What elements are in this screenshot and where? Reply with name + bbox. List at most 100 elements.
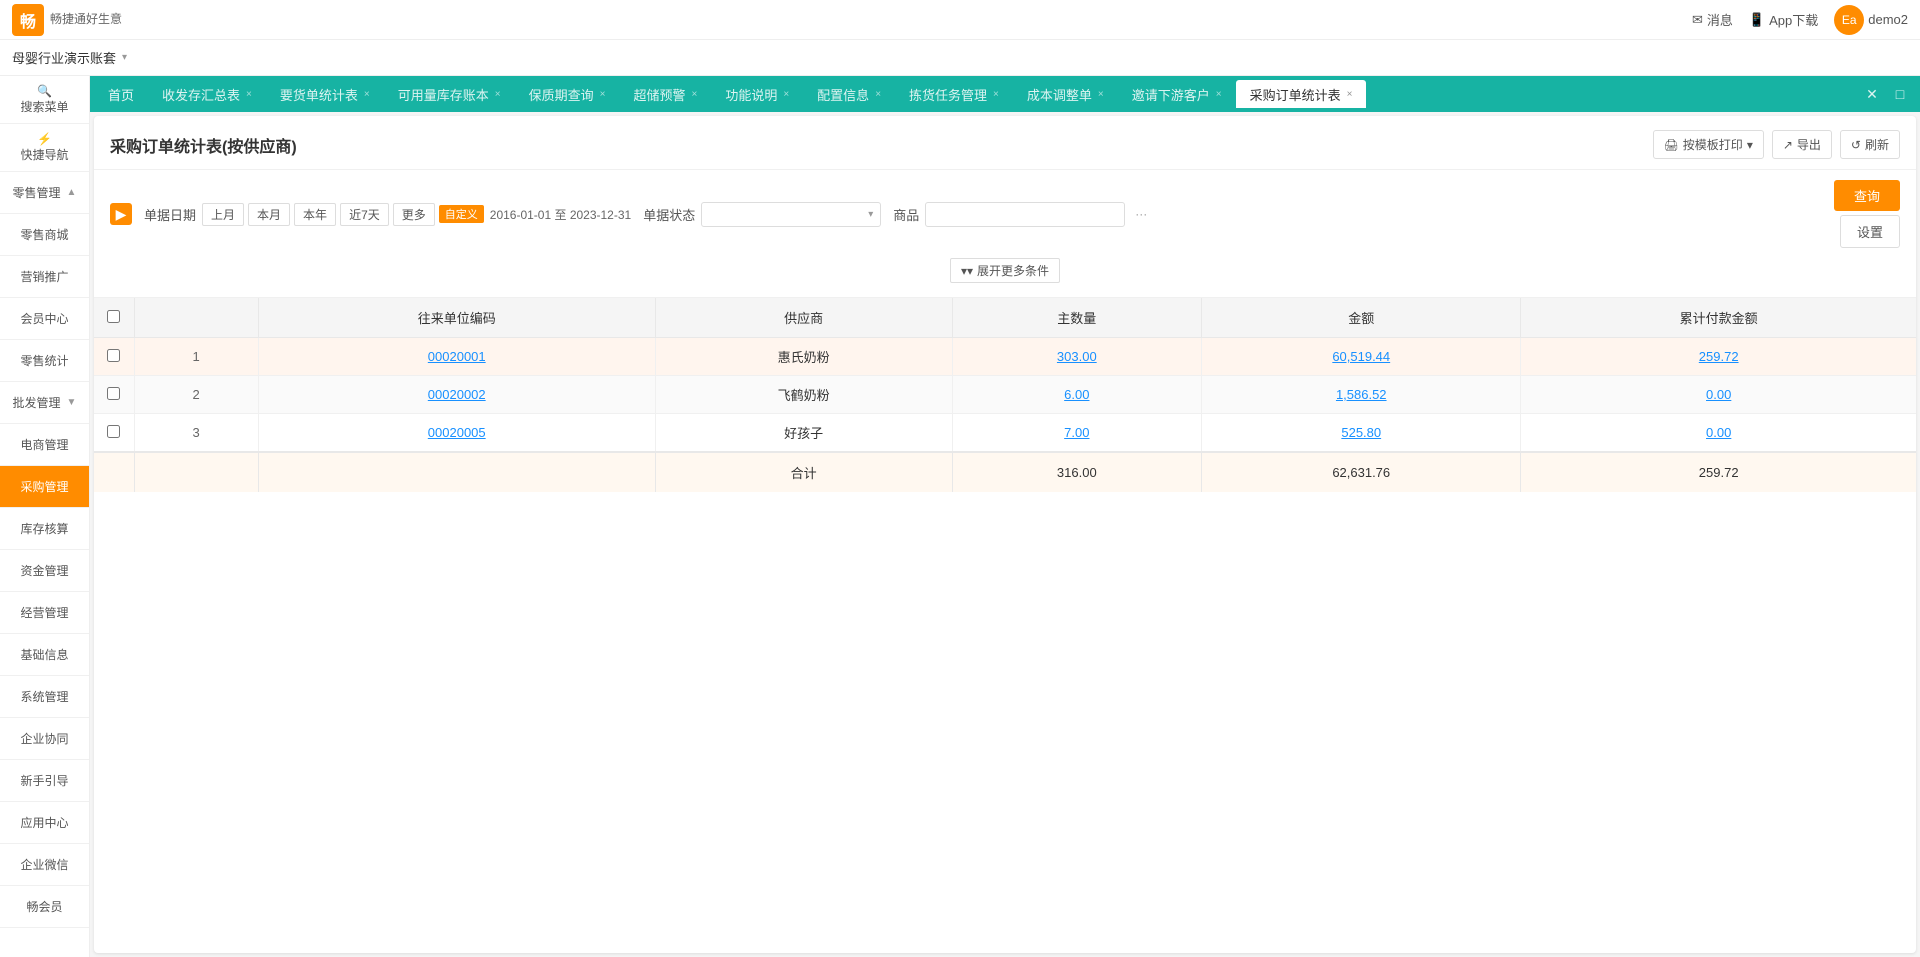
sidebar-search[interactable]: 🔍 搜索菜单 — [0, 76, 89, 124]
sidebar-item-purchase-mgmt[interactable]: 采购管理 — [0, 466, 89, 508]
tab-config-info[interactable]: 配置信息 × — [803, 80, 895, 108]
row-3-amount-link[interactable]: 525.80 — [1341, 425, 1381, 440]
row-2-checkbox[interactable] — [107, 387, 120, 400]
sidebar-item-new-guide[interactable]: 新手引导 — [0, 760, 89, 802]
filter-goods-input[interactable] — [925, 202, 1125, 227]
sidebar-quicknav[interactable]: ⚡ 快捷导航 — [0, 124, 89, 172]
nav-tabs-actions: ✕ □ — [1860, 82, 1916, 106]
app-download-btn[interactable]: 📱 App下载 — [1749, 10, 1818, 29]
print-icon: 🖨 — [1664, 138, 1679, 152]
row-3-checkbox[interactable] — [107, 425, 120, 438]
logo-area: 畅 畅捷通好生意 — [12, 4, 122, 36]
close-all-tabs-btn[interactable]: ✕ — [1860, 82, 1884, 106]
sidebar-item-marketing[interactable]: 营销推广 — [0, 256, 89, 298]
row-1-checkbox[interactable] — [107, 349, 120, 362]
row-2-main-qty-link[interactable]: 6.00 — [1064, 387, 1089, 402]
content-area: 首页 收发存汇总表 × 要货单统计表 × 可用量库存账本 × 保质期查询 × 超… — [90, 76, 1920, 957]
row-1-partner-code-link[interactable]: 00020001 — [428, 349, 486, 364]
settings-btn[interactable]: 设置 — [1840, 215, 1900, 248]
sidebar-item-basic-info[interactable]: 基础信息 — [0, 634, 89, 676]
row-1-amount: 60,519.44 — [1202, 338, 1521, 376]
tab-shelf-life[interactable]: 保质期查询 × — [515, 80, 620, 108]
sidebar-item-inventory-check[interactable]: 库存核算 — [0, 508, 89, 550]
tab-function-desc-close[interactable]: × — [783, 89, 789, 100]
sidebar-item-system-mgmt[interactable]: 系统管理 — [0, 676, 89, 718]
tab-available-stock[interactable]: 可用量库存账本 × — [384, 80, 515, 108]
date-btn-last7days[interactable]: 近7天 — [340, 203, 389, 226]
export-btn[interactable]: ↗ 导出 — [1772, 130, 1832, 159]
print-btn[interactable]: 🖨 按模板打印 ▾ — [1653, 130, 1764, 159]
tab-receive-send[interactable]: 收发存汇总表 × — [148, 80, 266, 108]
top-bar-left: 畅 畅捷通好生意 — [12, 4, 122, 36]
query-btn[interactable]: 查询 — [1834, 180, 1900, 211]
tab-receive-send-close[interactable]: × — [246, 89, 252, 100]
tab-overstock-warn[interactable]: 超储预警 × — [619, 80, 711, 108]
tab-cost-adjust-close[interactable]: × — [1098, 89, 1104, 100]
sidebar-finance-label: 资金管理 — [20, 562, 68, 579]
sidebar-item-app-center[interactable]: 应用中心 — [0, 802, 89, 844]
row-2-cumulative-paid-link[interactable]: 0.00 — [1706, 387, 1731, 402]
maximize-btn[interactable]: □ — [1888, 82, 1912, 106]
workspace-bar: 母婴行业演示账套 ▾ — [0, 40, 1920, 76]
tab-order-stats-label: 要货单统计表 — [280, 85, 358, 104]
tab-overstock-warn-close[interactable]: × — [691, 89, 697, 100]
tab-order-stats-close[interactable]: × — [364, 89, 370, 100]
tab-purchase-order-stats-close[interactable]: × — [1347, 89, 1353, 100]
row-3-partner-code-link[interactable]: 00020005 — [428, 425, 486, 440]
filter-date-shortcuts: 上月 本月 本年 近7天 更多 自定义 — [202, 203, 484, 226]
tab-config-info-close[interactable]: × — [875, 89, 881, 100]
filter-status-select[interactable] — [701, 202, 881, 227]
sidebar-item-enterprise-wechat[interactable]: 企业微信 — [0, 844, 89, 886]
tab-purchase-order-stats[interactable]: 采购订单统计表 × — [1236, 80, 1367, 108]
sidebar-item-member-center[interactable]: 会员中心 — [0, 298, 89, 340]
tab-function-desc[interactable]: 功能说明 × — [711, 80, 803, 108]
tab-available-stock-close[interactable]: × — [495, 89, 501, 100]
tab-home[interactable]: 首页 — [94, 80, 148, 108]
row-1-main-qty-link[interactable]: 303.00 — [1057, 349, 1097, 364]
sidebar-item-finance-mgmt[interactable]: 资金管理 — [0, 550, 89, 592]
tab-order-stats[interactable]: 要货单统计表 × — [266, 80, 384, 108]
refresh-btn[interactable]: ↺ 刷新 — [1840, 130, 1900, 159]
filter-toggle-btn[interactable]: ▶ — [110, 203, 132, 225]
date-range-text: 2016-01-01 至 2023-12-31 — [490, 206, 631, 223]
row-3-main-qty-link[interactable]: 7.00 — [1064, 425, 1089, 440]
sidebar-item-retail-management[interactable]: 零售管理 ▲ — [0, 172, 89, 214]
sidebar-item-retail-stats[interactable]: 零售统计 — [0, 340, 89, 382]
footer-empty-1 — [94, 452, 134, 492]
main-layout: 🔍 搜索菜单 ⚡ 快捷导航 零售管理 ▲ 零售商城 营销推广 会员中心 零售统计… — [0, 76, 1920, 957]
tab-pick-task-close[interactable]: × — [993, 89, 999, 100]
expand-conditions-btn[interactable]: ▾▾ 展开更多条件 — [950, 258, 1060, 283]
row-2-amount-link[interactable]: 1,586.52 — [1336, 387, 1387, 402]
date-range-display: 2016-01-01 至 2023-12-31 — [490, 206, 631, 223]
sidebar-item-enterprise-collab[interactable]: 企业协同 — [0, 718, 89, 760]
user-profile[interactable]: Ea demo2 — [1834, 5, 1908, 35]
sidebar-basic-info-label: 基础信息 — [20, 646, 68, 663]
sidebar-item-ops-mgmt[interactable]: 经营管理 — [0, 592, 89, 634]
tab-pick-task[interactable]: 拣货任务管理 × — [895, 80, 1013, 108]
message-label: 消息 — [1707, 10, 1733, 29]
date-btn-last-month[interactable]: 上月 — [202, 203, 244, 226]
date-btn-this-year[interactable]: 本年 — [294, 203, 336, 226]
message-btn[interactable]: ✉ 消息 — [1692, 10, 1733, 29]
date-btn-more[interactable]: 更多 — [393, 203, 435, 226]
workspace-selector[interactable]: 母婴行业演示账套 ▾ — [12, 48, 127, 67]
row-3-cumulative-paid-link[interactable]: 0.00 — [1706, 425, 1731, 440]
sidebar-item-ecommerce-mgmt[interactable]: 电商管理 — [0, 424, 89, 466]
sidebar-item-vip-member[interactable]: 畅会员 — [0, 886, 89, 928]
filter-more-btn[interactable]: ··· — [1135, 207, 1147, 221]
sidebar-item-retail-mall[interactable]: 零售商城 — [0, 214, 89, 256]
row-3-supplier: 好孩子 — [655, 414, 952, 453]
row-1-amount-link[interactable]: 60,519.44 — [1332, 349, 1390, 364]
sidebar-app-center-label: 应用中心 — [20, 814, 68, 831]
tab-shelf-life-close[interactable]: × — [600, 89, 606, 100]
table-row: 3 00020005 好孩子 7.00 525.80 0.00 — [94, 414, 1916, 453]
row-1-cumulative-paid-link[interactable]: 259.72 — [1699, 349, 1739, 364]
sidebar-item-wholesale-mgmt[interactable]: 批发管理 ▼ — [0, 382, 89, 424]
tab-invite-downstream-close[interactable]: × — [1216, 89, 1222, 100]
tab-invite-downstream[interactable]: 邀请下游客户 × — [1118, 80, 1236, 108]
select-all-checkbox[interactable] — [107, 310, 120, 323]
row-2-partner-code-link[interactable]: 00020002 — [428, 387, 486, 402]
date-btn-this-month[interactable]: 本月 — [248, 203, 290, 226]
tab-cost-adjust[interactable]: 成本调整单 × — [1013, 80, 1118, 108]
workspace-name: 母婴行业演示账套 — [12, 48, 116, 67]
